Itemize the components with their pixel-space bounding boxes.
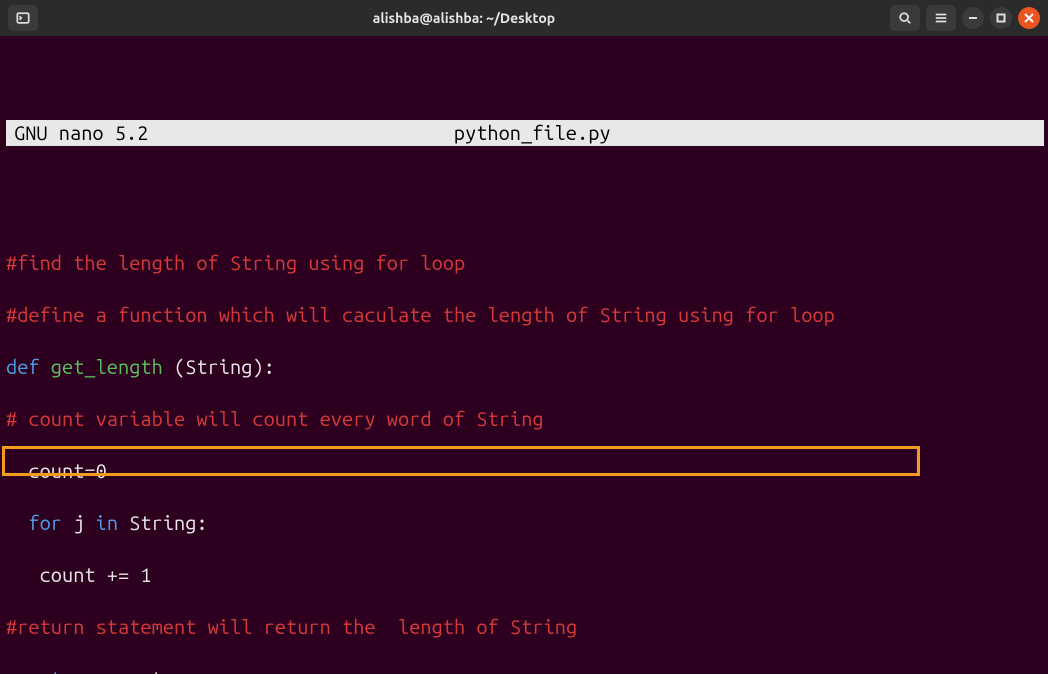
terminal-area[interactable]: GNU nano 5.2 python_file.py #find the le… xyxy=(0,36,1048,674)
code-line: #define a function which will caculate t… xyxy=(6,303,835,326)
code-token: (String): xyxy=(163,355,275,378)
code-line: count=0 xyxy=(6,459,107,482)
search-icon xyxy=(898,11,912,25)
hamburger-icon xyxy=(934,11,948,25)
code-line: #return statement will return the length… xyxy=(6,615,577,638)
menu-button[interactable] xyxy=(926,5,956,31)
nano-header: GNU nano 5.2 python_file.py xyxy=(6,120,1044,146)
maximize-button[interactable] xyxy=(990,7,1012,29)
code-token: get_length xyxy=(40,355,163,378)
close-button[interactable] xyxy=(1018,7,1040,29)
window-titlebar: alishba@alishba: ~/Desktop xyxy=(0,0,1048,36)
code-token: in xyxy=(96,511,118,534)
window-title: alishba@alishba: ~/Desktop xyxy=(44,10,884,26)
code-line: # count variable will count every word o… xyxy=(6,407,544,430)
code-token xyxy=(6,511,28,534)
terminal-icon xyxy=(16,11,30,25)
code-token: count xyxy=(96,667,163,674)
code-token: String: xyxy=(118,511,208,534)
code-token: j xyxy=(62,511,96,534)
code-line: count += 1 xyxy=(6,563,152,586)
code-token: def xyxy=(6,355,40,378)
close-icon xyxy=(1024,13,1034,23)
code-token: for xyxy=(28,511,62,534)
editor-content[interactable]: #find the length of String using for loo… xyxy=(6,224,1044,674)
maximize-icon xyxy=(996,13,1006,23)
minimize-icon xyxy=(968,13,978,23)
search-button[interactable] xyxy=(890,5,920,31)
code-line: #find the length of String using for loo… xyxy=(6,251,465,274)
new-tab-button[interactable] xyxy=(8,5,38,31)
minimize-button[interactable] xyxy=(962,7,984,29)
code-token: return xyxy=(28,667,95,674)
code-token xyxy=(6,667,28,674)
nano-filename: python_file.py xyxy=(28,120,1036,146)
